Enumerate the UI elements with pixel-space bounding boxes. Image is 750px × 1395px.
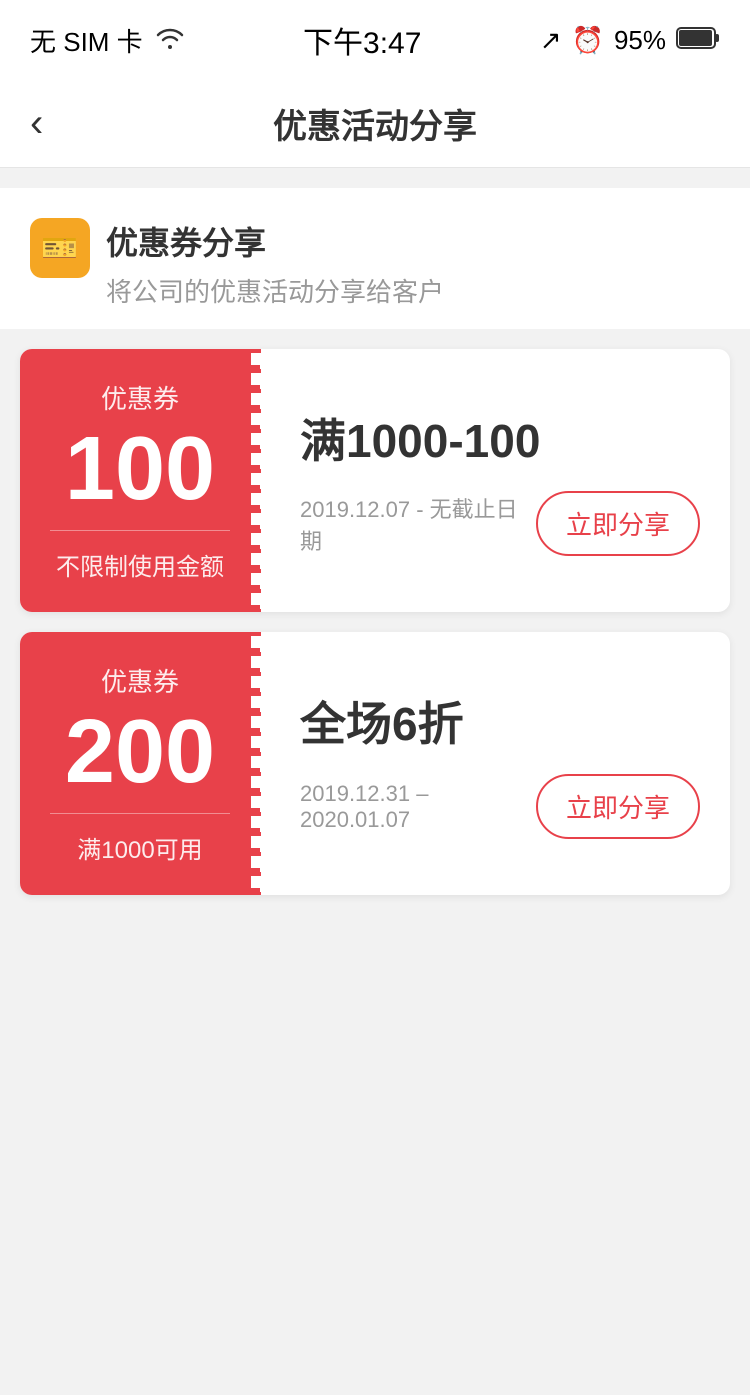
section-icon: 🎫 <box>30 218 90 278</box>
status-left: 无 SIM 卡 <box>30 22 185 59</box>
coupon-name-1: 满1000-100 <box>300 405 700 471</box>
coupon-type-2: 优惠券 <box>101 662 179 699</box>
coupon-right-1: 满1000-100 2019.12.07 - 无截止日期 立即分享 <box>260 349 730 612</box>
coupon-bottom-1: 2019.12.07 - 无截止日期 立即分享 <box>300 491 700 556</box>
coupon-bottom-2: 2019.12.31 – 2020.01.07 立即分享 <box>300 774 700 839</box>
battery-icon <box>676 25 720 56</box>
coupon-left-1: 优惠券 100 不限制使用金额 <box>20 349 260 612</box>
coupon-divider-2 <box>50 813 230 814</box>
coupon-date-2: 2019.12.31 – 2020.01.07 <box>300 781 536 833</box>
status-bar: 无 SIM 卡 下午3:47 ↗ ⏰ 95% <box>0 0 750 80</box>
wifi-icon <box>155 25 185 56</box>
section-text: 优惠券分享 将公司的优惠活动分享给客户 <box>106 218 444 309</box>
nav-bar: ‹ 优惠活动分享 <box>0 80 750 168</box>
status-time: 下午3:47 <box>303 18 421 62</box>
battery-text: 95% <box>614 25 666 56</box>
coupon-value-2: 200 <box>65 707 215 797</box>
location-icon: ↗ <box>540 25 562 56</box>
coupon-left-2: 优惠券 200 满1000可用 <box>20 632 260 895</box>
coupon-card-1: 优惠券 100 不限制使用金额 满1000-100 2019.12.07 - 无… <box>20 349 730 612</box>
coupon-right-2: 全场6折 2019.12.31 – 2020.01.07 立即分享 <box>260 632 730 895</box>
coupon-type-1: 优惠券 <box>101 379 179 416</box>
coupon-condition-2: 满1000可用 <box>77 830 202 865</box>
coupon-name-2: 全场6折 <box>300 688 700 754</box>
section-title: 优惠券分享 <box>106 218 444 264</box>
section-subtitle: 将公司的优惠活动分享给客户 <box>106 272 444 309</box>
coupon-condition-1: 不限制使用金额 <box>56 547 224 582</box>
page-title: 优惠活动分享 <box>273 99 477 148</box>
section-header: 🎫 优惠券分享 将公司的优惠活动分享给客户 <box>0 188 750 329</box>
alarm-icon: ⏰ <box>572 25 604 56</box>
share-button-1[interactable]: 立即分享 <box>536 491 700 556</box>
coupon-date-1: 2019.12.07 - 无截止日期 <box>300 492 536 556</box>
status-right: ↗ ⏰ 95% <box>540 25 720 56</box>
empty-area <box>0 895 750 1395</box>
coupons-container: 优惠券 100 不限制使用金额 满1000-100 2019.12.07 - 无… <box>0 349 750 895</box>
coupon-divider-1 <box>50 530 230 531</box>
coupon-value-1: 100 <box>65 424 215 514</box>
coupon-card-2: 优惠券 200 满1000可用 全场6折 2019.12.31 – 2020.0… <box>20 632 730 895</box>
carrier-text: 无 SIM 卡 <box>30 22 143 59</box>
share-button-2[interactable]: 立即分享 <box>536 774 700 839</box>
back-button[interactable]: ‹ <box>30 101 43 146</box>
